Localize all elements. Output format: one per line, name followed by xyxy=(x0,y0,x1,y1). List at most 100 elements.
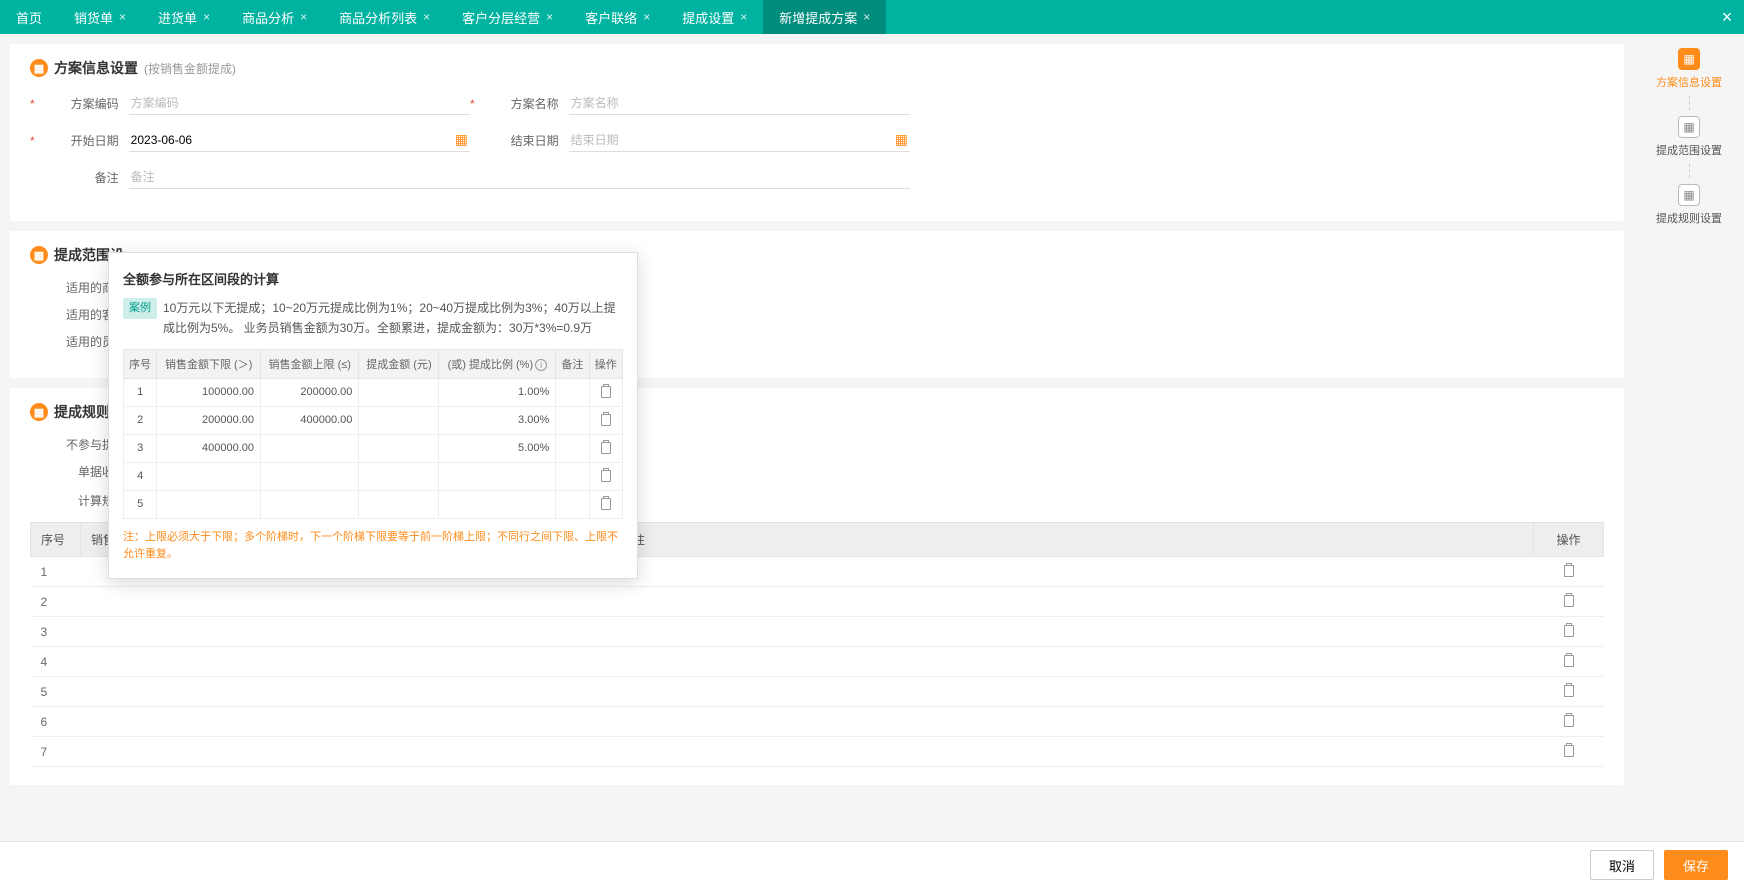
tab-首页[interactable]: 首页 xyxy=(0,0,58,34)
cell-low: 400000.00 xyxy=(157,434,261,462)
anchor-方案信息设置[interactable]: ▦方案信息设置 xyxy=(1640,48,1738,90)
trash-icon xyxy=(600,440,612,454)
tab-提成设置[interactable]: 提成设置× xyxy=(666,0,763,34)
row-delete-button[interactable] xyxy=(1534,707,1604,737)
popover-title: 全额参与所在区间段的计算 xyxy=(123,269,623,288)
pop-col-ratio: (或) 提成比例 (%)i xyxy=(439,349,556,378)
tab-close-icon[interactable]: × xyxy=(740,10,747,24)
table-row: 2200000.00400000.003.00% xyxy=(124,406,623,434)
row-delete-button[interactable] xyxy=(589,378,622,406)
tab-新增提成方案[interactable]: 新增提成方案× xyxy=(763,0,886,34)
cell-ratio xyxy=(439,462,556,490)
row-delete-button[interactable] xyxy=(1534,737,1604,767)
plan-code-input[interactable] xyxy=(129,92,470,115)
table-row: 1100000.00200000.00 1.00% xyxy=(124,378,623,406)
cancel-button[interactable]: 取消 xyxy=(1590,850,1654,880)
tab-close-icon[interactable]: × xyxy=(423,10,430,24)
cell-idx: 2 xyxy=(31,587,81,617)
tab-客户分层经营[interactable]: 客户分层经营× xyxy=(446,0,569,34)
cell-low: 200000.00 xyxy=(157,406,261,434)
table-row: 5 xyxy=(124,490,623,518)
tab-close-icon[interactable]: × xyxy=(203,10,210,24)
cell-high xyxy=(261,434,359,462)
anchor-label: 提成范围设置 xyxy=(1656,142,1722,158)
start-date-input[interactable] xyxy=(129,129,470,152)
cell-commission xyxy=(359,462,439,490)
cell-idx: 3 xyxy=(124,434,157,462)
tab-close-icon[interactable]: × xyxy=(863,10,870,24)
tab-close-icon[interactable]: × xyxy=(546,10,553,24)
trash-icon xyxy=(600,496,612,510)
close-icon: × xyxy=(1722,7,1733,28)
tab-客户联络[interactable]: 客户联络× xyxy=(569,0,666,34)
section-title-text: 方案信息设置 xyxy=(54,58,138,78)
row-delete-button[interactable] xyxy=(589,462,622,490)
cell-commission xyxy=(359,490,439,518)
case-tag: 案例 xyxy=(123,298,157,319)
cell-high xyxy=(261,462,359,490)
pop-col-low: 销售金额下限 (＞) xyxy=(157,349,261,378)
cell-ratio: 5.00% xyxy=(439,434,556,462)
cell-remark xyxy=(556,434,589,462)
row-delete-button[interactable] xyxy=(589,490,622,518)
section-plan-info: ▦ 方案信息设置 (按销售金额提成) * 方案编码 * 方案名称 * xyxy=(10,44,1624,221)
tab-close-icon[interactable]: × xyxy=(119,10,126,24)
tab-close-icon[interactable]: × xyxy=(643,10,650,24)
required-mark: * xyxy=(470,97,475,111)
tab-close-icon[interactable]: × xyxy=(300,10,307,24)
calendar-icon[interactable]: ▦ xyxy=(895,131,908,148)
row-delete-button[interactable] xyxy=(1534,647,1604,677)
popover-note: 注：上限必须大于下限；多个阶梯时，下一个阶梯下限要等于前一阶梯上限；不同行之间下… xyxy=(123,529,623,564)
table-row: 2 xyxy=(31,587,1604,617)
cell-idx: 3 xyxy=(31,617,81,647)
row-delete-button[interactable] xyxy=(589,406,622,434)
anchor-提成范围设置[interactable]: ▦ 提成范围设置 xyxy=(1640,116,1738,158)
tab-商品分析列表[interactable]: 商品分析列表× xyxy=(323,0,446,34)
pop-col-idx: 序号 xyxy=(124,349,157,378)
remark-label: 备注 xyxy=(37,169,119,186)
trash-icon xyxy=(1563,623,1575,637)
trash-icon xyxy=(1563,743,1575,757)
trash-icon xyxy=(1563,683,1575,697)
table-row: 3400000.00 5.00% xyxy=(124,434,623,462)
cell-low xyxy=(157,490,261,518)
cell-commission xyxy=(359,378,439,406)
col-idx: 序号 xyxy=(31,523,81,557)
row-delete-button[interactable] xyxy=(1534,557,1604,587)
cell-commission xyxy=(359,434,439,462)
end-date-input[interactable] xyxy=(569,129,910,152)
col-remark: 备注 xyxy=(611,523,1534,557)
calendar-icon[interactable]: ▦ xyxy=(455,131,468,148)
table-row: 3 xyxy=(31,617,1604,647)
cell-idx: 4 xyxy=(31,647,81,677)
trash-icon xyxy=(1563,713,1575,727)
remark-input[interactable] xyxy=(129,166,910,189)
info-icon[interactable]: i xyxy=(535,359,547,371)
anchor-icon: ▦ xyxy=(1678,116,1700,138)
plan-name-label: 方案名称 xyxy=(477,95,559,112)
cell-idx: 5 xyxy=(31,677,81,707)
cell-ratio: 3.00% xyxy=(439,406,556,434)
anchor-label: 方案信息设置 xyxy=(1656,74,1722,90)
close-all-tabs-button[interactable]: × xyxy=(1710,0,1744,34)
row-delete-button[interactable] xyxy=(589,434,622,462)
cell-low: 100000.00 xyxy=(157,378,261,406)
cell-idx: 1 xyxy=(124,378,157,406)
section-icon: ▦ xyxy=(30,403,48,421)
save-button[interactable]: 保存 xyxy=(1664,850,1728,880)
cell-idx: 5 xyxy=(124,490,157,518)
cell-high: 200000.00 xyxy=(261,378,359,406)
tab-商品分析[interactable]: 商品分析× xyxy=(226,0,323,34)
anchor-提成规则设置[interactable]: ▦提成规则设置 xyxy=(1640,184,1738,226)
cell-ratio: 1.00% xyxy=(439,378,556,406)
tab-销货单[interactable]: 销货单× xyxy=(58,0,142,34)
row-delete-button[interactable] xyxy=(1534,617,1604,647)
cell-idx: 4 xyxy=(124,462,157,490)
row-delete-button[interactable] xyxy=(1534,677,1604,707)
plan-name-input[interactable] xyxy=(569,92,910,115)
tab-进货单[interactable]: 进货单× xyxy=(142,0,226,34)
trash-icon xyxy=(1563,563,1575,577)
trash-icon xyxy=(1563,593,1575,607)
row-delete-button[interactable] xyxy=(1534,587,1604,617)
table-row: 4 xyxy=(124,462,623,490)
